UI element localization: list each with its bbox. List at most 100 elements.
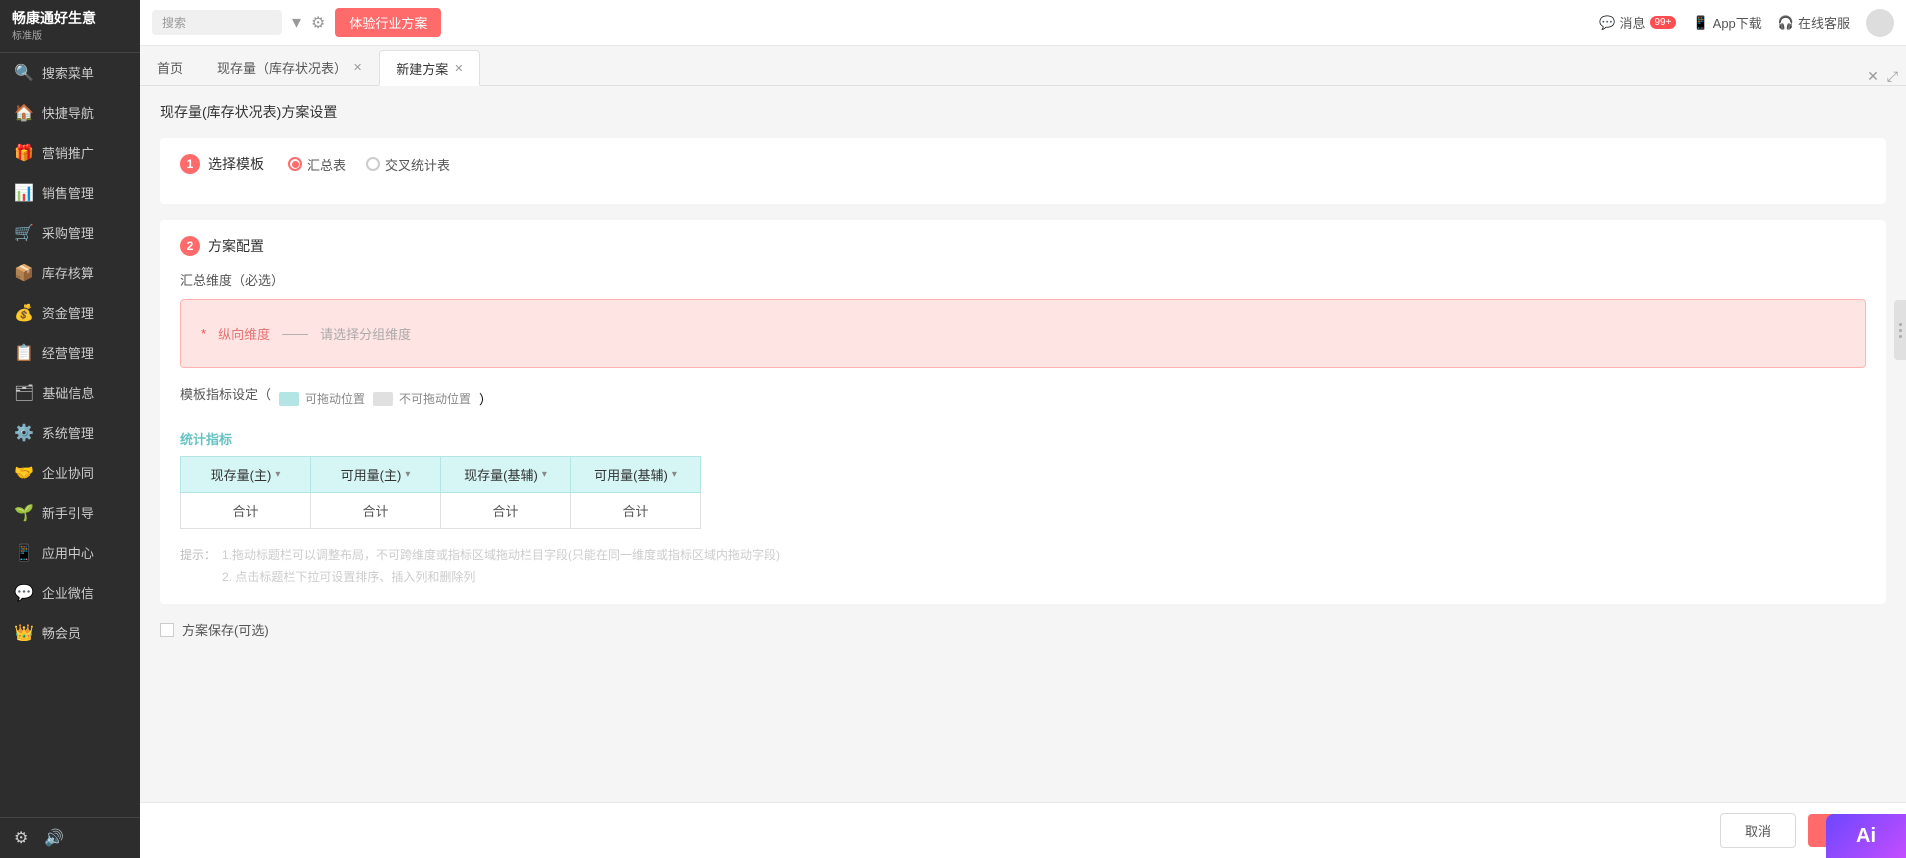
dimension-label: 汇总维度（必选） [180,270,1866,289]
gear-icon: ⚙️ [14,423,34,443]
dimension-box: * 纵向维度 —— 请选择分组维度 [180,299,1866,368]
col-available-main[interactable]: 可用量(主) ▾ [311,457,441,493]
download-icon: 📱 [1692,15,1708,31]
legend-draggable: 可拖动位置 [279,390,365,407]
tab-inventory-close-icon[interactable]: ✕ [353,61,362,74]
sidebar-item-system[interactable]: ⚙️ 系统管理 [0,413,140,453]
topbar-right: 💬 消息 99+ 📱 App下载 🎧 在线客服 [1599,9,1894,37]
content-area: 现存量(库存状况表)方案设置 1 选择模板 汇总表 交叉统计表 [140,86,1906,802]
legend-draggable-label: 可拖动位置 [305,390,365,407]
search-icon: 🔍 [14,63,34,83]
tab-close-all-icon[interactable]: ✕ [1867,68,1879,85]
app-version: 标准版 [12,27,128,42]
col-present-main[interactable]: 现存量(主) ▾ [181,457,311,493]
section2-header: 2 方案配置 [180,236,1866,256]
col-present-aux[interactable]: 现存量(基辅) ▾ [441,457,571,493]
indicator-setting-row: 模板指标设定（ 可拖动位置 不可拖动位置 ） [180,384,1866,413]
sidebar-item-finance[interactable]: 💰 资金管理 [0,293,140,333]
sidebar-item-label: 资金管理 [42,303,94,322]
legend-fixed-box [373,392,393,406]
chevron-down-icon: ▾ [275,469,280,480]
tab-home-label: 首页 [157,58,183,77]
sidebar-item-wechat[interactable]: 💬 企业微信 [0,573,140,613]
crown-icon: 👑 [14,623,34,643]
tab-home[interactable]: 首页 [140,49,200,85]
sidebar-item-label: 搜索菜单 [42,63,94,82]
radio-summary-label: 汇总表 [307,155,346,174]
app-download-label: App下载 [1713,13,1762,32]
legend-fixed-label: 不可拖动位置 [399,390,471,407]
online-service-button[interactable]: 🎧 在线客服 [1778,13,1850,32]
cell-available-main-sub: 合计 [311,493,441,529]
ai-label: Ai [1856,825,1876,848]
money-icon: 💰 [14,303,34,323]
topbar-gear-icon[interactable]: ⚙ [311,13,325,33]
online-service-label: 在线客服 [1798,13,1850,32]
tab-new-scheme[interactable]: 新建方案 ✕ [379,50,480,86]
sidebar-item-basic[interactable]: 🗂 基础信息 [0,373,140,413]
sidebar-item-search[interactable]: 🔍 搜索菜单 [0,53,140,93]
template-radio-group: 汇总表 交叉统计表 [288,155,450,174]
sidebar-bottom: ⚙ 🔊 [0,817,140,858]
sidebar: 畅康通好生意 标准版 🔍 搜索菜单 🏠 快捷导航 🎁 营销推广 📊 销售管理 🛒… [0,0,140,858]
sidebar-item-label: 营销推广 [42,143,94,162]
cancel-button[interactable]: 取消 [1720,813,1796,848]
chart-icon: 📊 [14,183,34,203]
handle-dot [1899,323,1902,326]
radio-crosstab[interactable]: 交叉统计表 [366,155,450,174]
sidebar-item-vip[interactable]: 👑 畅会员 [0,613,140,653]
sidebar-item-label: 采购管理 [42,223,94,242]
folder-icon: 🗂 [14,383,34,403]
handshake-icon: 🤝 [14,463,34,483]
tips-section: 提示： 1.拖动标题栏可以调整布局，不可跨维度或指标区域拖动栏目字段(只能在同一… [180,545,1866,588]
industry-solution-button[interactable]: 体验行业方案 [335,8,441,37]
sidebar-item-operation[interactable]: 📋 经营管理 [0,333,140,373]
right-handle[interactable] [1894,300,1906,360]
sidebar-item-enterprise[interactable]: 🤝 企业协同 [0,453,140,493]
step1-badge: 1 [180,154,200,174]
radio-summary[interactable]: 汇总表 [288,155,346,174]
handle-dot [1899,335,1902,338]
sidebar-item-purchase[interactable]: 🛒 采购管理 [0,213,140,253]
chevron-down-icon: ▾ [542,469,547,480]
user-avatar[interactable] [1866,9,1894,37]
chevron-down-icon: ▾ [405,469,410,480]
sidebar-item-label: 库存核算 [42,263,94,282]
home-icon: 🏠 [14,103,34,123]
topbar-dropdown-icon[interactable]: ▾ [292,12,301,33]
sound-icon[interactable]: 🔊 [44,828,64,848]
settings-icon[interactable]: ⚙ [14,828,28,848]
sidebar-item-newguide[interactable]: 🌱 新手引导 [0,493,140,533]
tab-inventory-status[interactable]: 现存量（库存状况表） ✕ [200,49,379,85]
sidebar-item-inventory[interactable]: 📦 库存核算 [0,253,140,293]
stats-section-label: 统计指标 [180,429,1866,448]
col-available-aux-label: 可用量(基辅) [594,465,668,484]
sidebar-item-marketing[interactable]: 🎁 营销推广 [0,133,140,173]
col-available-aux[interactable]: 可用量(基辅) ▾ [571,457,701,493]
sidebar-item-sales[interactable]: 📊 销售管理 [0,173,140,213]
legend-fixed: 不可拖动位置 [373,390,471,407]
cell-present-main-sub: 合计 [181,493,311,529]
dimension-vertical-label: 纵向维度 [218,324,270,343]
ai-badge[interactable]: Ai [1826,814,1906,858]
messages-button[interactable]: 💬 消息 99+ [1599,13,1676,32]
sidebar-item-label: 畅会员 [42,623,81,642]
sidebar-item-label: 应用中心 [42,543,94,562]
radio-crosstab-dot [366,157,380,171]
stats-table-header-row: 现存量(主) ▾ 可用量(主) ▾ 现存量(基辅 [181,457,701,493]
tab-expand-icon[interactable]: ⤢ [1887,68,1898,85]
dimension-placeholder[interactable]: 请选择分组维度 [320,324,411,343]
save-option-label: 方案保存(可选) [182,620,269,639]
tab-new-scheme-close-icon[interactable]: ✕ [454,62,463,75]
app-download-button[interactable]: 📱 App下载 [1692,13,1761,32]
radio-crosstab-label: 交叉统计表 [385,155,450,174]
sidebar-item-label: 销售管理 [42,183,94,202]
sidebar-item-quicknav[interactable]: 🏠 快捷导航 [0,93,140,133]
tab-new-scheme-label: 新建方案 [396,59,448,78]
sidebar-item-appcenter[interactable]: 📱 应用中心 [0,533,140,573]
chat-icon: 💬 [14,583,34,603]
save-checkbox[interactable] [160,623,174,637]
tip-2: 2. 点击标题栏下拉可设置排序、插入列和删除列 [180,567,1866,589]
legend-draggable-box [279,392,299,406]
plant-icon: 🌱 [14,503,34,523]
